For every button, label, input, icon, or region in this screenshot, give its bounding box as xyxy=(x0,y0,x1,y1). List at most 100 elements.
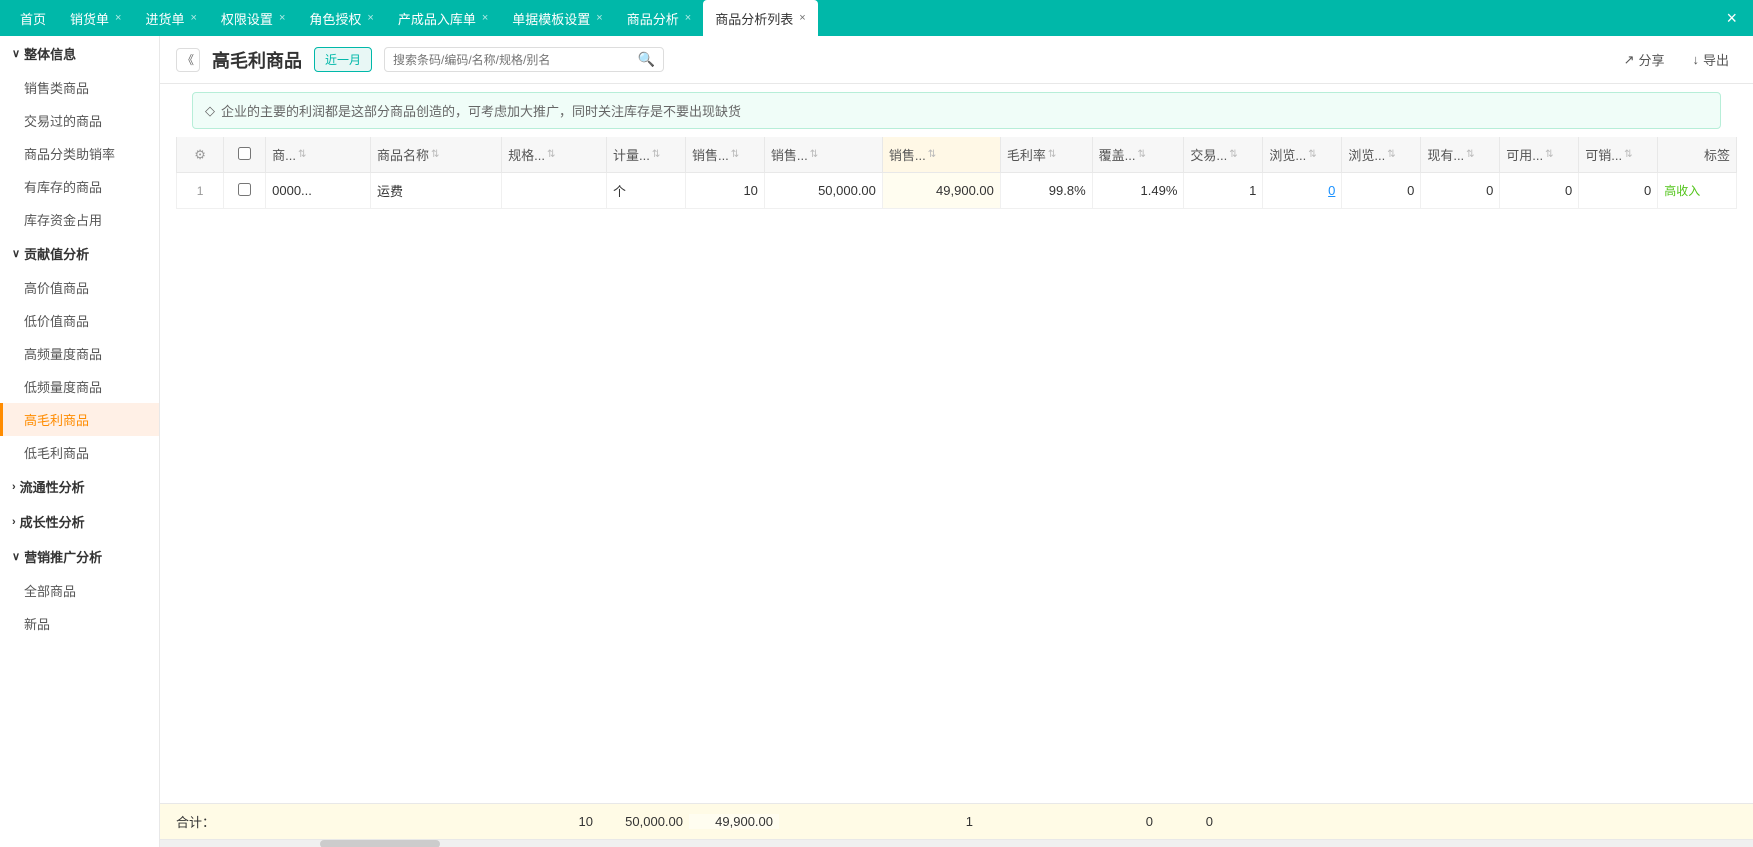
footer-sales-qty xyxy=(239,814,539,829)
content-header: 《 高毛利商品 近一月 🔍 ↗ 分享 ↓ 导出 xyxy=(160,36,1753,84)
sidebar-item-low-margin[interactable]: 低毛利商品 xyxy=(0,436,159,469)
tab-template[interactable]: 单据模板设置 × xyxy=(500,0,614,36)
th-available[interactable]: 可用... ⇅ xyxy=(1500,137,1579,173)
sidebar-item-stock-ratio[interactable]: 库存资金占用 xyxy=(0,203,159,236)
sort-icon-sales-cost: ⇅ xyxy=(928,149,936,160)
sort-icon-available: ⇅ xyxy=(1545,149,1553,160)
sidebar-item-high-value[interactable]: 高价值商品 xyxy=(0,271,159,304)
row-browse1[interactable]: 0 xyxy=(1263,173,1342,209)
collapse-sidebar-button[interactable]: 《 xyxy=(176,48,200,72)
close-tab-permissions[interactable]: × xyxy=(279,12,285,24)
sidebar-item-stocked-goods[interactable]: 有库存的商品 xyxy=(0,170,159,203)
close-tab-template[interactable]: × xyxy=(596,12,602,24)
sort-icon-browse1: ⇅ xyxy=(1308,149,1316,160)
sort-icon-unit: ⇅ xyxy=(652,149,660,160)
th-spec[interactable]: 规格... ⇅ xyxy=(502,137,607,173)
close-tab-sales[interactable]: × xyxy=(115,12,121,24)
close-tab-roles[interactable]: × xyxy=(367,12,373,24)
th-current-stock[interactable]: 现有... ⇅ xyxy=(1421,137,1500,173)
close-tab-purchase[interactable]: × xyxy=(190,12,196,24)
sidebar-item-low-freq[interactable]: 低频量度商品 xyxy=(0,370,159,403)
sort-icon-trade-count: ⇅ xyxy=(1229,149,1237,160)
sidebar-item-category-contrib[interactable]: 商品分类助销率 xyxy=(0,137,159,170)
export-button[interactable]: ↓ 导出 xyxy=(1684,46,1737,73)
row-unit: 个 xyxy=(606,173,685,209)
tab-analysis[interactable]: 商品分析 × xyxy=(615,0,703,36)
tab-products[interactable]: 产成品入库单 × xyxy=(386,0,500,36)
th-trade-count[interactable]: 交易... ⇅ xyxy=(1184,137,1263,173)
app-root: 首页 销货单 × 进货单 × 权限设置 × 角色授权 × 产成品入库单 × 单据… xyxy=(0,0,1753,847)
th-sales-cost[interactable]: 销售... ⇅ xyxy=(882,137,1000,173)
close-tab-analysis-list[interactable]: × xyxy=(799,12,805,24)
sidebar-item-high-margin[interactable]: 高毛利商品 xyxy=(0,403,159,436)
main-layout: ∨ 整体信息 销售类商品 交易过的商品 商品分类助销率 有库存的商品 库存资金占… xyxy=(0,36,1753,847)
row-checkbox[interactable] xyxy=(224,173,266,209)
th-cover-rate[interactable]: 覆盖... ⇅ xyxy=(1092,137,1184,173)
sidebar-item-high-freq[interactable]: 高频量度商品 xyxy=(0,337,159,370)
th-checkbox[interactable] xyxy=(224,137,266,173)
th-unit[interactable]: 计量... ⇅ xyxy=(606,137,685,173)
arrow-overall: ∨ xyxy=(12,47,20,60)
close-tab-analysis[interactable]: × xyxy=(685,12,691,24)
sidebar-item-sales-goods[interactable]: 销售类商品 xyxy=(0,71,159,104)
row-margin-rate: 99.8% xyxy=(1000,173,1092,209)
th-name[interactable]: 商品名称 ⇅ xyxy=(371,137,502,173)
sidebar-group-value-analysis[interactable]: ∨ 贡献值分析 xyxy=(0,236,159,271)
tab-permissions[interactable]: 权限设置 × xyxy=(209,0,297,36)
content-area: 《 高毛利商品 近一月 🔍 ↗ 分享 ↓ 导出 xyxy=(160,36,1753,847)
sidebar-item-traded-goods[interactable]: 交易过的商品 xyxy=(0,104,159,137)
search-input[interactable] xyxy=(393,53,638,67)
sidebar-item-all-goods[interactable]: 全部商品 xyxy=(0,574,159,607)
tab-sales[interactable]: 销货单 × xyxy=(58,0,133,36)
horizontal-scrollbar[interactable] xyxy=(160,839,1753,847)
sidebar-group-marketing-analysis[interactable]: ∨ 营销推广分析 xyxy=(0,539,159,574)
footer-sales-cost: 49,900.00 xyxy=(689,814,779,829)
sort-icon-name: ⇅ xyxy=(431,149,439,160)
row-sales-cost: 49,900.00 xyxy=(882,173,1000,209)
row-available: 0 xyxy=(1500,173,1579,209)
row-index: 1 xyxy=(177,173,224,209)
share-button[interactable]: ↗ 分享 xyxy=(1616,46,1673,73)
sidebar-item-low-value[interactable]: 低价值商品 xyxy=(0,304,159,337)
top-nav: 首页 销货单 × 进货单 × 权限设置 × 角色授权 × 产成品入库单 × 单据… xyxy=(0,0,1753,36)
sort-icon-code: ⇅ xyxy=(298,149,306,160)
table-row: 1 0000... 运费 xyxy=(177,173,1737,209)
th-margin-rate[interactable]: 毛利率 ⇅ xyxy=(1000,137,1092,173)
sort-icon-browse2: ⇅ xyxy=(1387,149,1395,160)
sidebar-item-new-goods[interactable]: 新品 xyxy=(0,607,159,640)
th-code[interactable]: 商... ⇅ xyxy=(266,137,371,173)
tab-roles[interactable]: 角色授权 × xyxy=(297,0,385,36)
th-browse2[interactable]: 浏览... ⇅ xyxy=(1342,137,1421,173)
close-all-tabs[interactable]: × xyxy=(1718,8,1745,29)
sort-icon-cover-rate: ⇅ xyxy=(1138,149,1146,160)
th-saleable[interactable]: 可销... ⇅ xyxy=(1579,137,1658,173)
th-sales-qty[interactable]: 销售... ⇅ xyxy=(685,137,764,173)
scrollbar-thumb[interactable] xyxy=(320,840,440,847)
sort-icon-saleable: ⇅ xyxy=(1624,149,1632,160)
tab-purchase[interactable]: 进货单 × xyxy=(133,0,208,36)
sidebar: ∨ 整体信息 销售类商品 交易过的商品 商品分类助销率 有库存的商品 库存资金占… xyxy=(0,36,160,847)
search-box: 🔍 xyxy=(384,47,664,72)
sidebar-group-flow-analysis[interactable]: › 流通性分析 xyxy=(0,469,159,504)
sidebar-group-overall[interactable]: ∨ 整体信息 xyxy=(0,36,159,71)
tab-home[interactable]: 首页 xyxy=(8,0,58,36)
row-saleable: 0 xyxy=(1579,173,1658,209)
th-sales-amount[interactable]: 销售... ⇅ xyxy=(764,137,882,173)
row-current-stock: 0 xyxy=(1421,173,1500,209)
footer-browse1 xyxy=(979,814,1039,829)
filter-recent-month-button[interactable]: 近一月 xyxy=(314,47,372,72)
header-actions: ↗ 分享 ↓ 导出 xyxy=(1616,46,1737,73)
th-settings[interactable]: ⚙ xyxy=(177,137,224,173)
tab-analysis-list[interactable]: 商品分析列表 × xyxy=(703,0,817,36)
select-all-checkbox[interactable] xyxy=(238,147,251,160)
close-tab-products[interactable]: × xyxy=(482,12,488,24)
row-cover-rate: 1.49% xyxy=(1092,173,1184,209)
search-icon[interactable]: 🔍 xyxy=(638,51,655,68)
sidebar-group-growth-analysis[interactable]: › 成长性分析 xyxy=(0,504,159,539)
row-browse2: 0 xyxy=(1342,173,1421,209)
row-sales-qty: 10 xyxy=(685,173,764,209)
table-settings-icon[interactable]: ⚙ xyxy=(194,147,206,162)
footer-trade-count: 1 xyxy=(919,814,979,829)
th-browse1[interactable]: 浏览... ⇅ xyxy=(1263,137,1342,173)
row-select-checkbox[interactable] xyxy=(238,183,251,196)
